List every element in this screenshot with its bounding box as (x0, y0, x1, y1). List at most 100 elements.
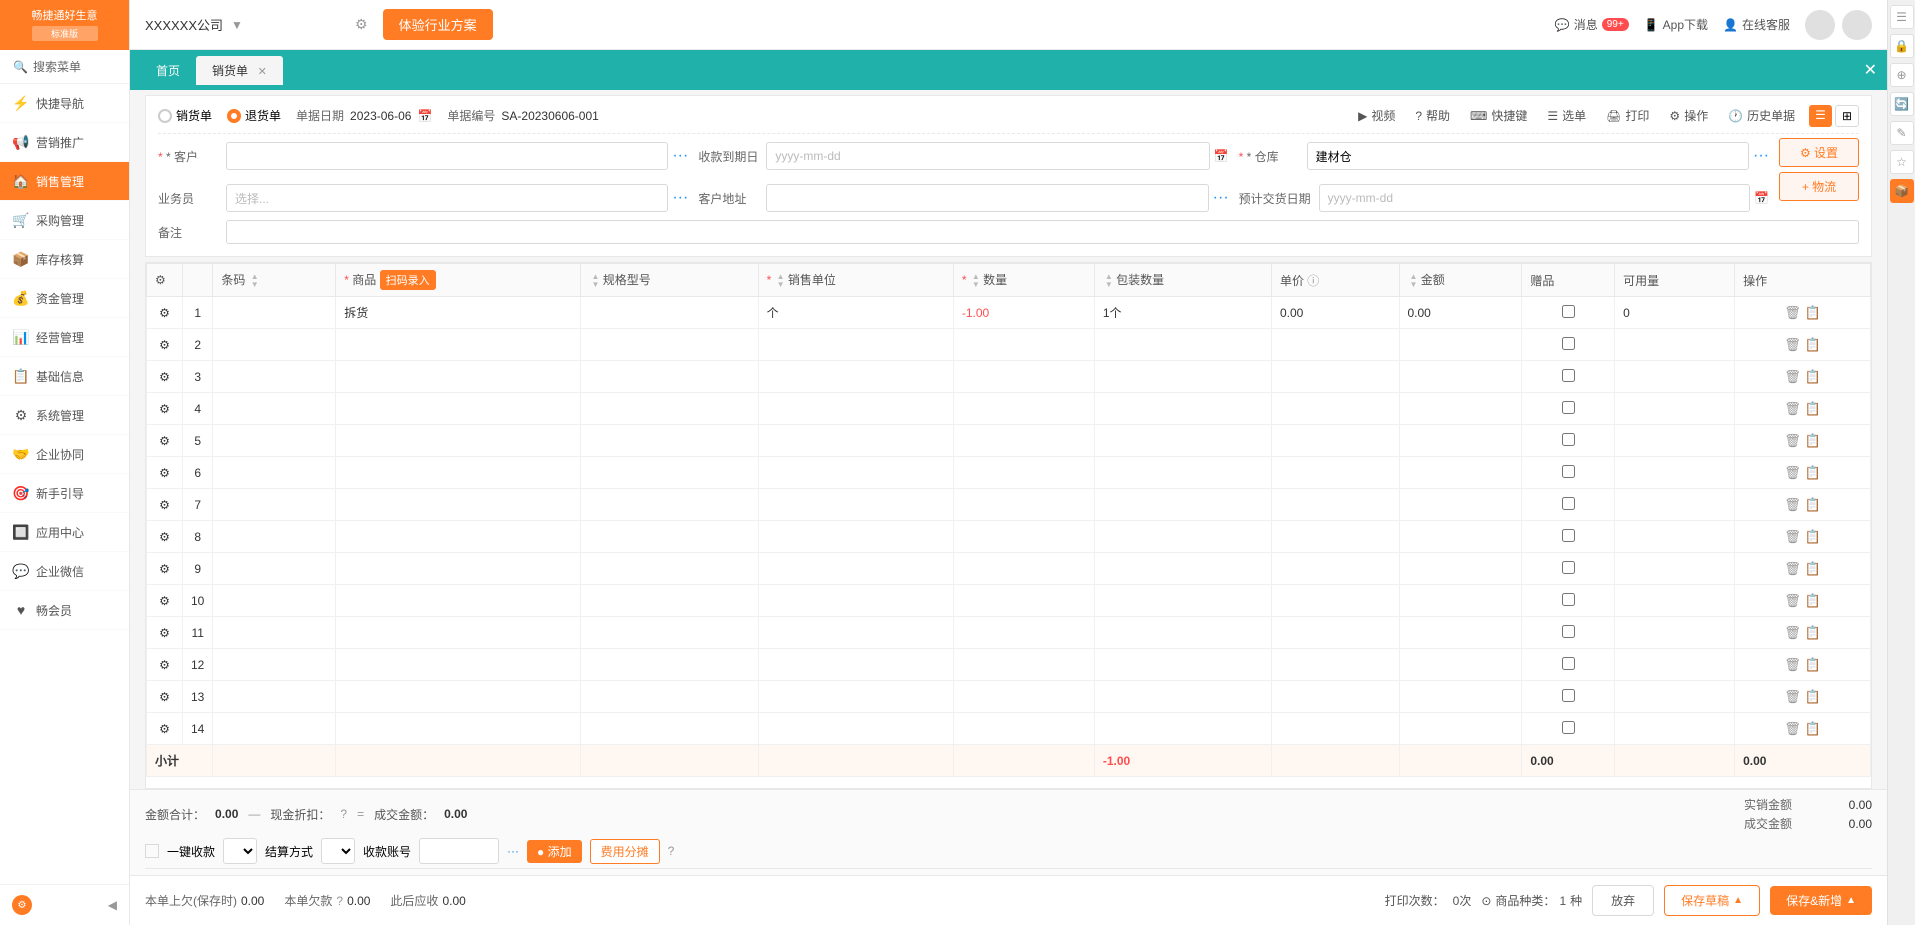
cell-unit[interactable] (758, 489, 953, 521)
cell-unit[interactable] (758, 681, 953, 713)
trial-button[interactable]: 体验行业方案 (383, 9, 493, 40)
cell-qty[interactable] (953, 329, 1094, 361)
sidebar-item-app-center[interactable]: 🔲 应用中心 (0, 513, 129, 552)
cell-amount[interactable] (1399, 361, 1522, 393)
cell-amount[interactable] (1399, 425, 1522, 457)
select-button[interactable]: ☰ 选单 (1541, 104, 1592, 127)
right-panel-btn-4[interactable]: 🔄 (1890, 92, 1914, 116)
tab-sales-order[interactable]: 销货单 ✕ (196, 56, 283, 85)
cell-amount[interactable] (1399, 489, 1522, 521)
cell-product[interactable] (336, 617, 581, 649)
cell-amount[interactable] (1399, 649, 1522, 681)
copy-icon[interactable]: 📋 (1805, 337, 1821, 353)
cell-unit-price[interactable] (1271, 681, 1399, 713)
cell-amount[interactable] (1399, 585, 1522, 617)
sidebar-item-operations[interactable]: 📊 经营管理 (0, 318, 129, 357)
save-new-button[interactable]: 保存&新增 ▲ (1770, 886, 1872, 915)
cell-gift[interactable] (1522, 393, 1615, 425)
cell-amount[interactable] (1399, 329, 1522, 361)
delete-icon[interactable]: 🗑 (1784, 305, 1801, 321)
gift-checkbox[interactable] (1562, 433, 1575, 446)
cell-unit[interactable]: 个 (758, 297, 953, 329)
cell-product[interactable] (336, 489, 581, 521)
cell-amount[interactable] (1399, 521, 1522, 553)
cell-amount[interactable]: 0.00 (1399, 297, 1522, 329)
arrears-question-icon[interactable]: ? (336, 894, 343, 908)
product-type-info[interactable]: ⊙ 商品种类： 1 种 (1481, 892, 1582, 909)
cell-product[interactable] (336, 329, 581, 361)
sidebar-item-member[interactable]: ♥ 畅会员 (0, 591, 129, 630)
row-settings[interactable]: ⚙ (147, 297, 183, 329)
copy-icon[interactable]: 📋 (1805, 497, 1821, 513)
cell-spec[interactable] (581, 617, 758, 649)
cell-spec[interactable] (581, 329, 758, 361)
delete-icon[interactable]: 🗑 (1784, 625, 1801, 641)
row-settings[interactable]: ⚙ (147, 425, 183, 457)
cell-qty[interactable] (953, 393, 1094, 425)
cell-product[interactable] (336, 553, 581, 585)
th-settings[interactable]: ⚙ (147, 264, 183, 297)
cell-gift[interactable] (1522, 617, 1615, 649)
gift-checkbox[interactable] (1562, 657, 1575, 670)
sidebar-item-inventory[interactable]: 📦 库存核算 (0, 240, 129, 279)
cell-gift[interactable] (1522, 361, 1615, 393)
scan-button[interactable]: 扫码录入 (380, 270, 436, 290)
gift-checkbox[interactable] (1562, 529, 1575, 542)
sidebar-collapse-arrow[interactable]: ◀ (108, 898, 117, 912)
cell-spec[interactable] (581, 457, 758, 489)
cell-pack-qty[interactable] (1094, 457, 1271, 489)
cell-spec[interactable] (581, 521, 758, 553)
cell-barcode[interactable] (213, 489, 336, 521)
copy-icon[interactable]: 📋 (1805, 689, 1821, 705)
shortcuts-button[interactable]: ⌨ 快捷键 (1464, 104, 1533, 127)
copy-icon[interactable]: 📋 (1805, 433, 1821, 449)
tab-close-icon[interactable]: ✕ (258, 66, 267, 78)
delete-icon[interactable]: 🗑 (1784, 529, 1801, 545)
cell-gift[interactable] (1522, 649, 1615, 681)
gift-checkbox[interactable] (1562, 561, 1575, 574)
row-settings[interactable]: ⚙ (147, 649, 183, 681)
customer-input[interactable] (226, 142, 668, 170)
bill-type-sale-radio[interactable]: 销货单 (158, 107, 212, 124)
cell-pack-qty[interactable] (1094, 425, 1271, 457)
salesperson-input[interactable]: 选择... (226, 184, 668, 212)
bill-type-return-radio[interactable]: 退货单 (227, 107, 281, 124)
date-value[interactable]: 2023-06-06 (350, 109, 411, 123)
cell-pack-qty[interactable] (1094, 329, 1271, 361)
cell-pack-qty[interactable] (1094, 617, 1271, 649)
cell-barcode[interactable] (213, 297, 336, 329)
row-settings[interactable]: ⚙ (147, 681, 183, 713)
cell-unit-price[interactable] (1271, 617, 1399, 649)
cell-unit[interactable] (758, 585, 953, 617)
customer-address-input[interactable] (766, 184, 1208, 212)
cell-barcode[interactable] (213, 553, 336, 585)
cell-amount[interactable] (1399, 457, 1522, 489)
cell-spec[interactable] (581, 649, 758, 681)
cell-qty[interactable] (953, 521, 1094, 553)
settings-button[interactable]: ⚙ 设置 (1779, 138, 1859, 167)
gift-checkbox[interactable] (1562, 625, 1575, 638)
cell-amount[interactable] (1399, 681, 1522, 713)
cell-barcode[interactable] (213, 329, 336, 361)
cell-pack-qty[interactable]: 1个 (1094, 297, 1271, 329)
right-panel-btn-3[interactable]: ⊕ (1890, 63, 1914, 87)
message-button[interactable]: 💬 消息 99+ (1555, 16, 1629, 33)
copy-icon[interactable]: 📋 (1805, 625, 1821, 641)
print-button[interactable]: 🖨 打印 (1600, 104, 1655, 127)
cell-product[interactable] (336, 585, 581, 617)
copy-icon[interactable]: 📋 (1805, 305, 1821, 321)
row-settings[interactable]: ⚙ (147, 521, 183, 553)
row-settings[interactable]: ⚙ (147, 361, 183, 393)
cell-qty[interactable] (953, 489, 1094, 521)
cell-unit-price[interactable] (1271, 457, 1399, 489)
delete-icon[interactable]: 🗑 (1784, 657, 1801, 673)
right-panel-btn-2[interactable]: 🔒 (1890, 34, 1914, 58)
cell-unit[interactable] (758, 361, 953, 393)
cell-gift[interactable] (1522, 457, 1615, 489)
cell-unit-price[interactable] (1271, 521, 1399, 553)
salesperson-more-icon[interactable]: ··· (672, 189, 688, 207)
sidebar-item-guide[interactable]: 🎯 新手引导 (0, 474, 129, 513)
payment-date-input[interactable]: yyyy-mm-dd (766, 142, 1209, 170)
delete-icon[interactable]: 🗑 (1784, 433, 1801, 449)
cell-product[interactable] (336, 425, 581, 457)
